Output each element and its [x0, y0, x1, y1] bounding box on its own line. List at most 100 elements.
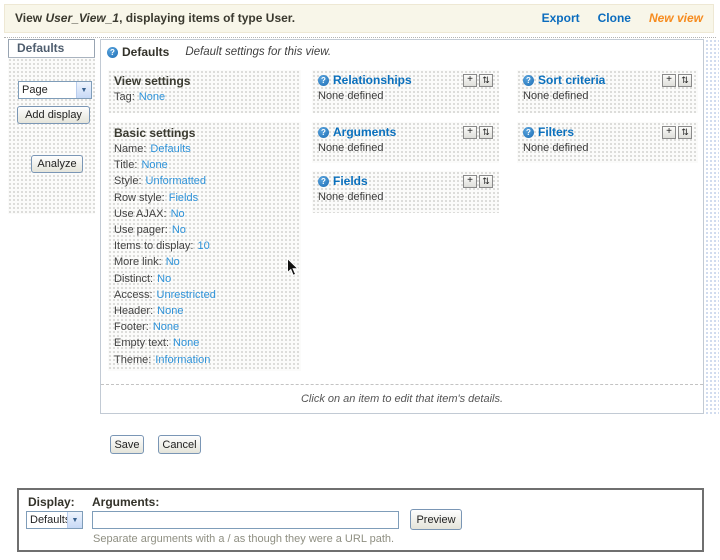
- preview-display-value: Defaults: [30, 514, 67, 526]
- view-title-suffix: , displaying items of type User.: [119, 11, 296, 25]
- add-display-type-value: Page: [22, 84, 48, 96]
- relationships-title-link[interactable]: Relationships: [333, 73, 412, 87]
- add-display-type-select[interactable]: Page ▼: [18, 81, 92, 99]
- arguments-label: Arguments:: [92, 495, 160, 509]
- setting-value-link[interactable]: 10: [197, 240, 209, 252]
- setting-row: Theme: Information: [114, 352, 295, 368]
- setting-label: Name:: [114, 143, 147, 155]
- display-title-row: ? Defaults Default settings for this vie…: [107, 45, 331, 59]
- display-controls-panel: Page ▼ Add display Analyze: [8, 57, 95, 214]
- help-icon[interactable]: ?: [523, 74, 534, 86]
- setting-row: Header: None: [114, 303, 295, 319]
- add-icon[interactable]: +: [662, 125, 676, 139]
- cancel-button[interactable]: Cancel: [158, 435, 201, 454]
- setting-label: Empty text:: [114, 337, 170, 350]
- preview-button[interactable]: Preview: [410, 509, 462, 530]
- setting-row: Row style: Fields: [114, 190, 295, 206]
- preview-form: Display: Defaults ▼ Arguments: Preview S…: [17, 488, 704, 552]
- clone-link[interactable]: Clone: [598, 11, 631, 25]
- display-settings-panel: ? Defaults Default settings for this vie…: [100, 39, 704, 414]
- mouse-cursor: [287, 258, 299, 276]
- save-button[interactable]: Save: [110, 435, 144, 454]
- add-icon[interactable]: +: [463, 73, 477, 87]
- setting-value-link[interactable]: None: [153, 321, 179, 333]
- view-name: User_View_1: [45, 11, 120, 25]
- preview-display-select[interactable]: Defaults ▼: [26, 511, 83, 529]
- view-settings-box: View settings Tag: None: [108, 70, 301, 113]
- fields-box: ? Fields + ⇅ None defined: [312, 171, 499, 213]
- edit-hint-message: Click on an item to edit that item's det…: [101, 384, 703, 413]
- setting-label: Use AJAX:: [114, 207, 167, 220]
- rearrange-icon[interactable]: ⇅: [479, 125, 493, 139]
- setting-value-link[interactable]: No: [157, 273, 171, 285]
- setting-row: Use AJAX: No: [114, 206, 295, 222]
- setting-value-link[interactable]: None: [173, 337, 199, 349]
- arguments-title-link[interactable]: Arguments: [333, 125, 396, 139]
- setting-value-link[interactable]: None: [141, 159, 167, 171]
- view-title-prefix: View: [15, 11, 46, 25]
- setting-label: Theme:: [114, 353, 152, 366]
- views-edit-page: View User_View_1, displaying items of ty…: [0, 0, 720, 560]
- setting-row: Distinct: No: [114, 271, 295, 287]
- setting-row: Name: Defaults: [114, 141, 295, 157]
- setting-value-link[interactable]: Unformatted: [146, 175, 207, 187]
- help-icon[interactable]: ?: [318, 126, 329, 138]
- display-label: Display:: [28, 495, 75, 509]
- view-actions: Export Clone New view: [542, 11, 703, 25]
- tab-defaults[interactable]: Defaults: [8, 39, 95, 57]
- empty-text: None defined: [318, 142, 384, 154]
- add-icon[interactable]: +: [662, 73, 676, 87]
- setting-row: Empty text: None: [114, 335, 295, 351]
- add-display-button[interactable]: Add display: [17, 106, 90, 124]
- setting-row: Title: None: [114, 157, 295, 173]
- fields-title-link[interactable]: Fields: [333, 174, 368, 188]
- setting-value-link[interactable]: No: [172, 224, 186, 236]
- empty-text: None defined: [523, 90, 589, 102]
- help-icon[interactable]: ?: [107, 46, 118, 58]
- display-title: Defaults: [122, 45, 170, 59]
- setting-value-link[interactable]: Defaults: [150, 143, 190, 155]
- setting-row: Footer: None: [114, 319, 295, 335]
- filters-title-link[interactable]: Filters: [538, 125, 574, 139]
- view-title: View User_View_1, displaying items of ty…: [15, 11, 295, 25]
- analyze-button[interactable]: Analyze: [31, 155, 83, 173]
- setting-value-link[interactable]: None: [157, 305, 183, 317]
- rearrange-icon[interactable]: ⇅: [678, 73, 692, 87]
- setting-value-link[interactable]: None: [139, 91, 165, 103]
- add-icon[interactable]: +: [463, 174, 477, 188]
- setting-row: Style: Unformatted: [114, 173, 295, 189]
- new-view-link[interactable]: New view: [649, 11, 703, 25]
- setting-row: Access: Unrestricted: [114, 287, 295, 303]
- setting-label: Footer:: [114, 321, 149, 334]
- view-info-bar: View User_View_1, displaying items of ty…: [4, 4, 714, 33]
- help-icon[interactable]: ?: [318, 175, 329, 187]
- rearrange-icon[interactable]: ⇅: [479, 174, 493, 188]
- setting-label: Style:: [114, 175, 142, 188]
- basic-settings-box: Basic settings Name: Defaults Title: None …: [108, 122, 301, 371]
- setting-value-link[interactable]: No: [171, 208, 185, 220]
- setting-value-link[interactable]: Information: [155, 354, 210, 366]
- sort-criteria-box: ? Sort criteria + ⇅ None defined: [517, 70, 698, 113]
- add-icon[interactable]: +: [463, 125, 477, 139]
- filters-box: ? Filters + ⇅ None defined: [517, 122, 698, 163]
- sort-criteria-title-link[interactable]: Sort criteria: [538, 73, 605, 87]
- setting-label: Header:: [114, 305, 154, 318]
- export-link[interactable]: Export: [542, 11, 580, 25]
- setting-label: Row style:: [114, 191, 165, 204]
- help-icon[interactable]: ?: [318, 74, 329, 86]
- rearrange-icon[interactable]: ⇅: [479, 73, 493, 87]
- setting-label: Distinct:: [114, 272, 154, 285]
- chevron-down-icon: ▼: [76, 82, 91, 98]
- setting-value-link[interactable]: Unrestricted: [157, 289, 216, 301]
- setting-label: Title:: [114, 159, 138, 172]
- arguments-input[interactable]: [92, 511, 399, 529]
- empty-text: None defined: [318, 191, 384, 203]
- arguments-box: ? Arguments + ⇅ None defined: [312, 122, 499, 163]
- relationships-box: ? Relationships + ⇅ None defined: [312, 70, 499, 113]
- setting-label: Items to display:: [114, 240, 194, 253]
- setting-value-link[interactable]: Fields: [169, 192, 198, 204]
- help-icon[interactable]: ?: [523, 126, 534, 138]
- setting-value-link[interactable]: No: [166, 256, 180, 268]
- rearrange-icon[interactable]: ⇅: [678, 125, 692, 139]
- right-edge-texture: [705, 39, 719, 415]
